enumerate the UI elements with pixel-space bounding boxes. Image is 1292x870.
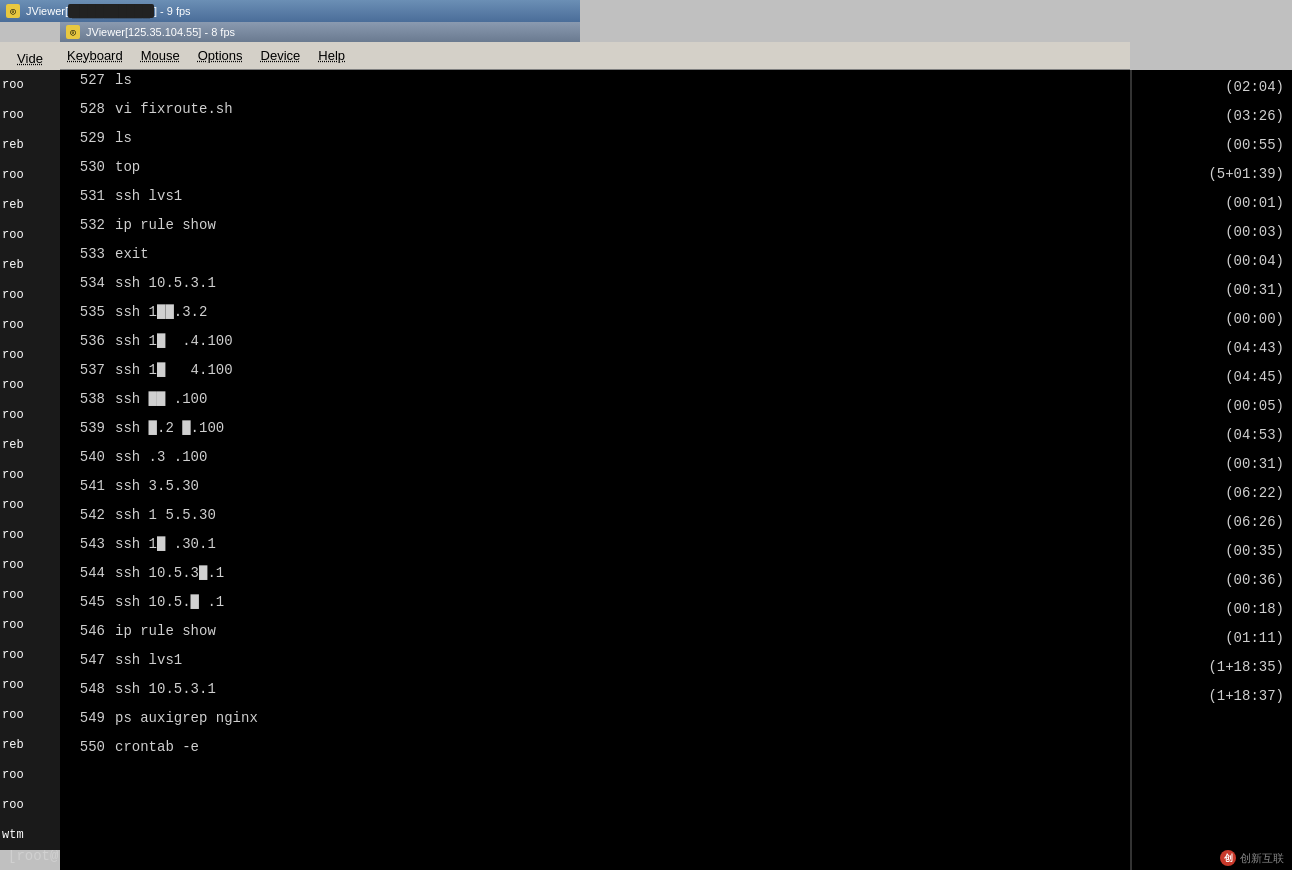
left-label-23: roo [0,760,60,790]
table-row: 539 ssh █.2 █.100 [60,418,1130,447]
table-row: 544 ssh 10.5.3█.1 [60,563,1130,592]
table-row: 545 ssh 10.5.█ .1 [60,592,1130,621]
jviewer-icon-2: ◎ [66,25,80,39]
table-row: 534 ssh 10.5.3.1 [60,273,1130,302]
left-label-9: roo [0,340,60,370]
timestamp-11: (00:05) [1130,391,1292,420]
left-label-14: roo [0,490,60,520]
left-label-5: roo [0,220,60,250]
timestamp-5: (00:03) [1130,217,1292,246]
left-label-2: reb [0,130,60,160]
table-row: 532 ip rule show [60,215,1130,244]
timestamp-6: (00:04) [1130,246,1292,275]
menu-help[interactable]: Help [310,46,353,65]
vertical-divider [1130,70,1132,870]
timestamp-17: (00:36) [1130,565,1292,594]
table-row: 550 crontab -e [60,737,1130,766]
table-row: 547 ssh lvs1 [60,650,1130,679]
timestamp-18: (00:18) [1130,594,1292,623]
table-row: 538 ssh ██ .100 [60,389,1130,418]
video-label-left[interactable]: Vide [0,46,60,70]
jviewer-icon-1: ◎ [6,4,20,18]
table-row: 542 ssh 1 5.5.30 [60,505,1130,534]
watermark-logo: 创 [1220,850,1236,866]
timestamp-20: (1+18:35) [1130,652,1292,681]
left-label-13: roo [0,460,60,490]
menu-options[interactable]: Options [190,46,251,65]
table-row: 533 exit [60,244,1130,273]
left-label-19: roo [0,640,60,670]
table-row: 528 vi fixroute.sh [60,99,1130,128]
left-label-0: roo [0,70,60,100]
table-row: 548 ssh 10.5.3.1 [60,679,1130,708]
table-row: 546 ip rule show [60,621,1130,650]
left-label-18: roo [0,610,60,640]
timestamps-column: (02:04) (03:26) (00:55) (5+01:39) (00:01… [1130,70,1292,870]
left-label-25: wtm [0,820,60,850]
table-row: 536 ssh 1█ .4.100 [60,331,1130,360]
timestamp-2: (00:55) [1130,130,1292,159]
left-label-8: roo [0,310,60,340]
table-row: 537 ssh 1█ 4.100 [60,360,1130,389]
left-label-17: roo [0,580,60,610]
left-label-20: roo [0,670,60,700]
left-label-4: reb [0,190,60,220]
timestamp-9: (04:43) [1130,333,1292,362]
title-text-1: JViewer[██████████] - 9 fps [26,5,191,17]
table-row: 541 ssh 3.5.30 [60,476,1130,505]
table-row: 540 ssh .3 .100 [60,447,1130,476]
title-bar-secondary: ◎ JViewer[125.35.104.55] - 8 fps [60,22,580,42]
left-label-6: reb [0,250,60,280]
timestamp-0: (02:04) [1130,72,1292,101]
timestamp-7: (00:31) [1130,275,1292,304]
timestamp-3: (5+01:39) [1130,159,1292,188]
menu-keyboard[interactable]: Keyboard [59,46,131,65]
left-label-1: roo [0,100,60,130]
timestamp-4: (00:01) [1130,188,1292,217]
timestamp-1: (03:26) [1130,101,1292,130]
timestamp-14: (06:22) [1130,478,1292,507]
timestamp-15: (06:26) [1130,507,1292,536]
left-label-10: roo [0,370,60,400]
timestamp-8: (00:00) [1130,304,1292,333]
menu-bar: Video Keyboard Mouse Options Device Help [0,42,1130,70]
left-label-12: reb [0,430,60,460]
redacted-ip-1: ██████████ [68,4,154,18]
timestamp-16: (00:35) [1130,536,1292,565]
left-label-7: roo [0,280,60,310]
timestamp-13: (00:31) [1130,449,1292,478]
left-label-3: roo [0,160,60,190]
table-row: 527 ls [60,70,1130,99]
left-label-22: reb [0,730,60,760]
watermark-text: 创新互联 [1240,851,1284,866]
table-row: 549 ps auxigrep nginx [60,708,1130,737]
left-label-21: roo [0,700,60,730]
menu-device[interactable]: Device [253,46,309,65]
menu-mouse[interactable]: Mouse [133,46,188,65]
timestamp-21: (1+18:37) [1130,681,1292,710]
timestamp-19: (01:11) [1130,623,1292,652]
terminal-main[interactable]: 527 ls 528 vi fixroute.sh 529 ls 530 top… [60,70,1130,870]
left-label-16: roo [0,550,60,580]
timestamp-12: (04:53) [1130,420,1292,449]
title-text-2: JViewer[125.35.104.55] - 8 fps [86,26,235,38]
left-label-11: roo [0,400,60,430]
table-row: 529 ls [60,128,1130,157]
title-bar-primary: ◎ JViewer[██████████] - 9 fps [0,0,580,22]
timestamp-10: (04:45) [1130,362,1292,391]
table-row: 543 ssh 1█ .30.1 [60,534,1130,563]
left-sidebar-labels: roo roo reb roo reb roo reb roo roo roo … [0,70,60,850]
left-label-15: roo [0,520,60,550]
table-row: 530 top [60,157,1130,186]
watermark: 创 创新互联 [1220,850,1284,866]
table-row: 531 ssh lvs1 [60,186,1130,215]
table-row: 535 ssh 1██.3.2 [60,302,1130,331]
left-label-24: roo [0,790,60,820]
